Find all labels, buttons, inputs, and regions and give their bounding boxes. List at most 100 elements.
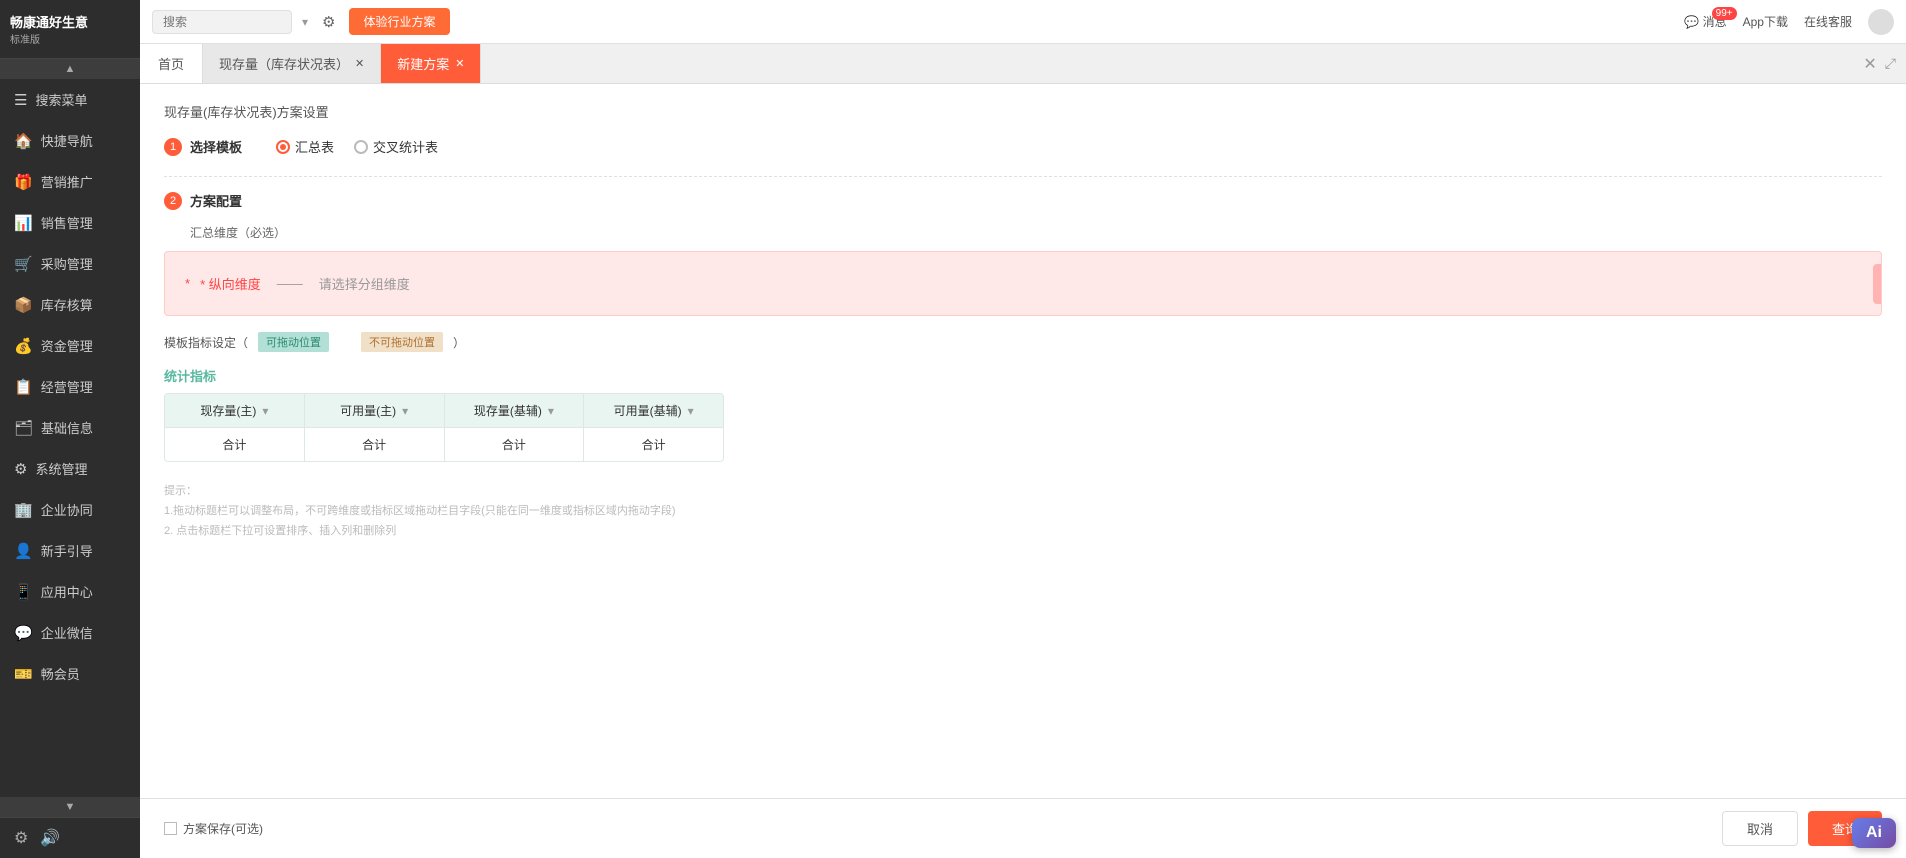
tip-item-2: 2. 点击标题栏下拉可设置排序、插入列和删除列 xyxy=(164,522,1882,542)
section1-header: 1 选择模板 汇总表 交叉统计表 xyxy=(164,137,1882,156)
search-input[interactable] xyxy=(152,10,292,34)
sidebar-item-label: 企业微信 xyxy=(41,623,93,642)
tab-new-scheme[interactable]: 新建方案 ✕ xyxy=(381,44,481,83)
sidebar-item-basic-info[interactable]: 🗂 基础信息 xyxy=(0,407,140,448)
section1-num: 1 xyxy=(164,138,182,156)
app-download-link[interactable]: App下载 xyxy=(1743,13,1788,30)
search-menu-icon: ☰ xyxy=(14,91,27,109)
sidebar: 畅康通好生意 标准版 ▲ ☰ 搜索菜单 🏠 快捷导航 🎁 营销推广 📊 销售管理… xyxy=(0,0,140,858)
sound-icon[interactable]: 🔊 xyxy=(40,828,60,848)
sidebar-item-member[interactable]: 🎫 畅会员 xyxy=(0,653,140,694)
sidebar-item-system[interactable]: ⚙ 系统管理 xyxy=(0,448,140,489)
tab-home[interactable]: 首页 xyxy=(140,44,203,83)
gear-icon[interactable]: ⚙ xyxy=(322,13,335,31)
topbar: ▾ ⚙ 体验行业方案 💬 消息 99+ App下载 在线客服 xyxy=(140,0,1906,44)
required-marker: * xyxy=(185,276,190,291)
sidebar-logo: 畅康通好生意 标准版 xyxy=(0,0,140,59)
stats-data-3: 合计 xyxy=(584,428,723,461)
close-tab-new-scheme-icon[interactable]: ✕ xyxy=(455,57,464,70)
sidebar-item-label: 基础信息 xyxy=(41,418,93,437)
vertical-dim-selector[interactable]: * * 纵向维度 —— 请选择分组维度 xyxy=(164,251,1882,316)
online-service-link[interactable]: 在线客服 xyxy=(1804,13,1852,30)
summary-dim-label: 汇总维度（必选） xyxy=(190,224,1882,241)
indicator-setting: 模板指标设定（ 可拖动位置 不可拖动位置 ） xyxy=(164,332,1882,352)
cancel-button[interactable]: 取消 xyxy=(1722,811,1798,846)
sidebar-item-label: 企业协同 xyxy=(41,500,93,519)
sidebar-item-sales[interactable]: 📊 销售管理 xyxy=(0,202,140,243)
sidebar-item-quick-nav[interactable]: 🏠 快捷导航 xyxy=(0,120,140,161)
section-choose-template: 1 选择模板 汇总表 交叉统计表 xyxy=(164,137,1882,156)
sidebar-item-label: 系统管理 xyxy=(35,459,87,478)
window-close-icon[interactable]: ✕ xyxy=(1863,54,1876,74)
operations-icon: 📋 xyxy=(14,378,33,396)
right-scroll-indicator xyxy=(1873,264,1881,304)
sidebar-item-label: 资金管理 xyxy=(41,336,93,355)
vertical-dim-dash: —— xyxy=(277,276,303,291)
chevron-col2-icon: ▾ xyxy=(548,404,554,418)
stats-col-2[interactable]: 现存量(基辅) ▾ xyxy=(445,394,585,427)
not-draggable-tag: 不可拖动位置 xyxy=(361,332,443,352)
member-icon: 🎫 xyxy=(14,665,33,683)
avatar[interactable] xyxy=(1868,9,1894,35)
settings-icon[interactable]: ⚙ xyxy=(14,828,28,848)
sidebar-scroll-up[interactable]: ▲ xyxy=(0,59,140,79)
sidebar-item-app-center[interactable]: 📱 应用中心 xyxy=(0,571,140,612)
notification-count: 99+ xyxy=(1712,7,1737,20)
draggable-tag: 可拖动位置 xyxy=(258,332,329,352)
sales-icon: 📊 xyxy=(14,214,33,232)
sidebar-item-label: 库存核算 xyxy=(41,295,93,314)
sidebar-item-label: 搜索菜单 xyxy=(35,90,87,109)
system-icon: ⚙ xyxy=(14,460,27,478)
sidebar-item-label: 应用中心 xyxy=(41,582,93,601)
stats-col-3[interactable]: 可用量(基辅) ▾ xyxy=(584,394,723,427)
chevron-col3-icon: ▾ xyxy=(688,404,694,418)
radio-summary-table[interactable]: 汇总表 xyxy=(276,137,334,156)
stats-col-0[interactable]: 现存量(主) ▾ xyxy=(165,394,305,427)
stats-header-row: 现存量(主) ▾ 可用量(主) ▾ 现存量(基辅) ▾ xyxy=(165,394,723,427)
stats-col-0-label: 现存量(主) xyxy=(200,402,256,419)
sidebar-item-inventory[interactable]: 📦 库存核算 xyxy=(0,284,140,325)
scheme-save-label: 方案保存(可选) xyxy=(183,820,263,837)
sidebar-item-enterprise[interactable]: 🏢 企业协同 xyxy=(0,489,140,530)
chevron-down-icon[interactable]: ▾ xyxy=(302,15,308,29)
stats-col-1[interactable]: 可用量(主) ▾ xyxy=(305,394,445,427)
sidebar-item-purchase[interactable]: 🛒 采购管理 xyxy=(0,243,140,284)
enterprise-icon: 🏢 xyxy=(14,501,33,519)
page-title: 现存量(库存状况表)方案设置 xyxy=(164,102,1882,121)
sidebar-item-search-menu[interactable]: ☰ 搜索菜单 xyxy=(0,79,140,120)
trial-industry-button[interactable]: 体验行业方案 xyxy=(349,8,449,35)
sidebar-item-label: 经营管理 xyxy=(41,377,93,396)
sidebar-item-marketing[interactable]: 🎁 营销推广 xyxy=(0,161,140,202)
radio-cross-stats[interactable]: 交叉统计表 xyxy=(354,137,438,156)
window-expand-icon[interactable]: ⤢ xyxy=(1885,55,1896,72)
sidebar-item-finance[interactable]: 💰 资金管理 xyxy=(0,325,140,366)
sidebar-scroll-down[interactable]: ▼ xyxy=(0,797,140,817)
vertical-dim-placeholder: 请选择分组维度 xyxy=(319,274,410,293)
wechat-icon: 💬 xyxy=(14,624,33,642)
sidebar-item-operations[interactable]: 📋 经营管理 xyxy=(0,366,140,407)
vertical-dim-label: * 纵向维度 xyxy=(200,274,261,293)
stats-col-2-label: 现存量(基辅) xyxy=(474,402,542,419)
radio-summary-label: 汇总表 xyxy=(295,137,334,156)
tip-item-1: 1.拖动标题栏可以调整布局，不可跨维度或指标区域拖动栏目字段(只能在同一维度或指… xyxy=(164,502,1882,522)
sidebar-bottom: ⚙ 🔊 xyxy=(0,817,140,858)
purchase-icon: 🛒 xyxy=(14,255,33,273)
scheme-save-checkbox[interactable]: 方案保存(可选) xyxy=(164,820,263,837)
ai-float-button[interactable]: Ai xyxy=(1852,818,1896,848)
tab-inventory-status[interactable]: 现存量（库存状况表） ✕ xyxy=(203,44,381,83)
sidebar-item-new-guide[interactable]: 👤 新手引导 xyxy=(0,530,140,571)
content-area: 现存量(库存状况表)方案设置 1 选择模板 汇总表 交叉统计表 xyxy=(140,84,1906,798)
tips-title: 提示： xyxy=(164,485,197,497)
close-tab-inventory-icon[interactable]: ✕ xyxy=(355,57,364,70)
indicator-setting-suffix2: ） xyxy=(453,334,465,351)
stats-col-1-label: 可用量(主) xyxy=(340,402,396,419)
notification-badge[interactable]: 💬 消息 99+ xyxy=(1684,13,1726,30)
tab-new-scheme-label: 新建方案 xyxy=(397,54,449,73)
chevron-col1-icon: ▾ xyxy=(402,404,408,418)
sidebar-item-enterprise-wechat[interactable]: 💬 企业微信 xyxy=(0,612,140,653)
section2-label: 方案配置 xyxy=(190,191,242,210)
stats-label: 统计指标 xyxy=(164,366,1882,385)
tab-inventory-label: 现存量（库存状况表） xyxy=(219,54,349,73)
tab-home-label: 首页 xyxy=(158,57,184,72)
bottom-bar: 方案保存(可选) 取消 查询 xyxy=(140,798,1906,858)
